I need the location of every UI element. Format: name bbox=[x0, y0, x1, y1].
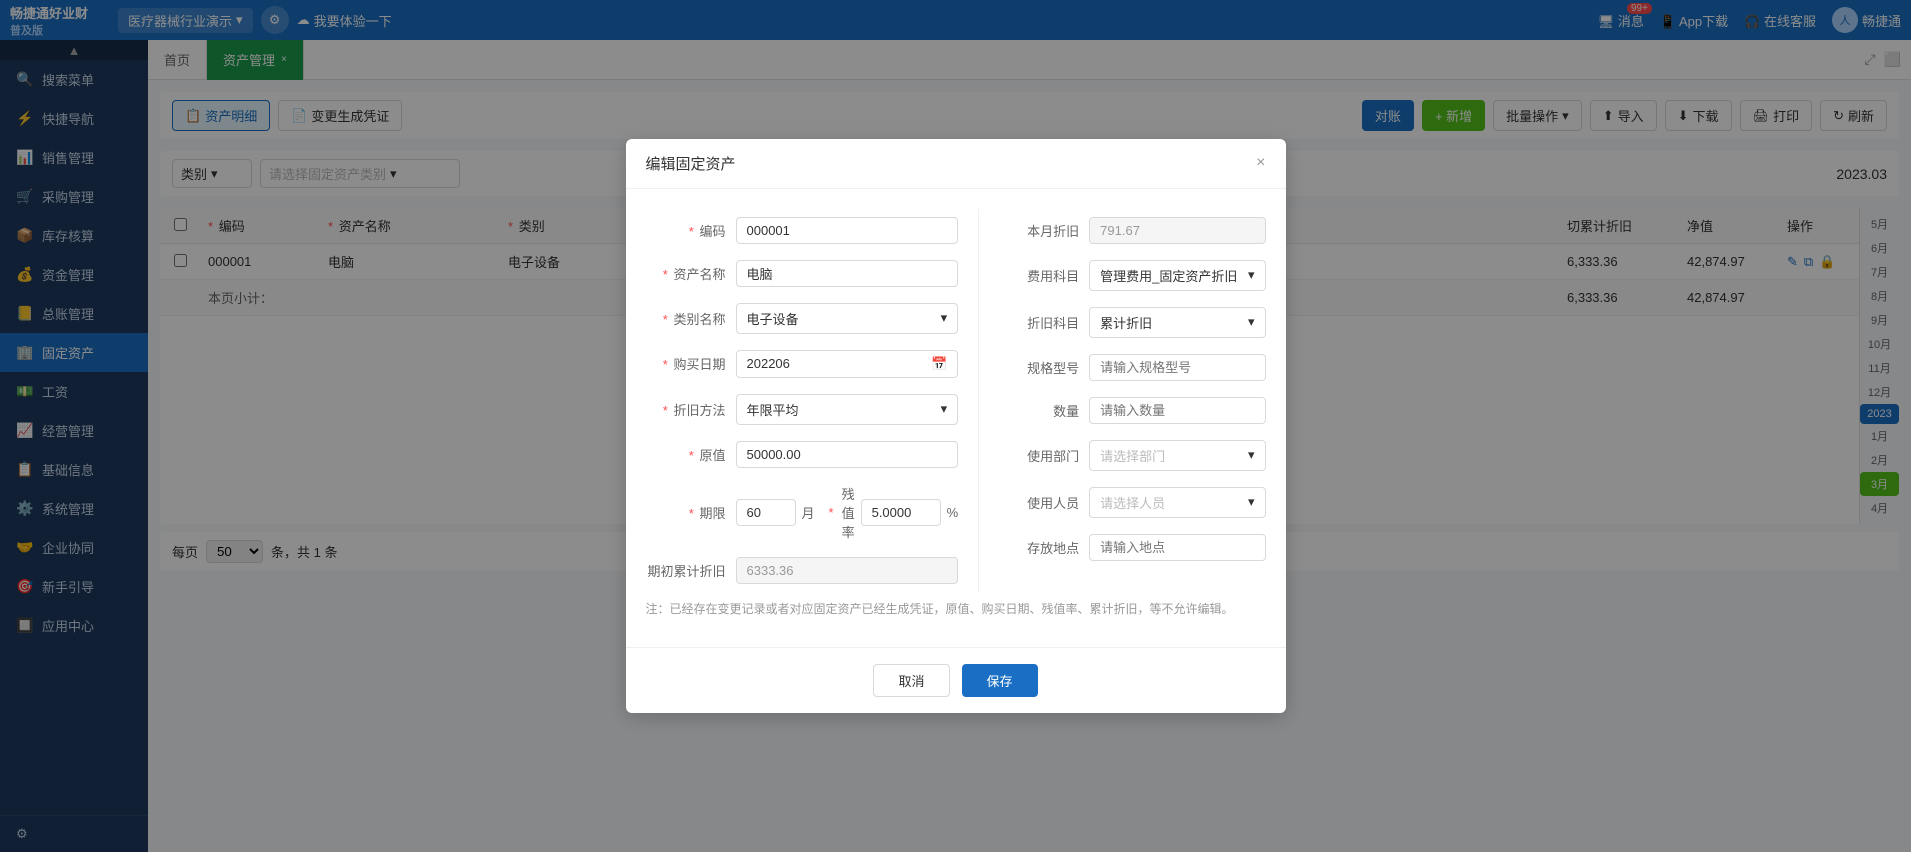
chevron-down-icon: ▾ bbox=[1248, 314, 1255, 330]
field-category: * 类别名称 电子设备 ▾ bbox=[646, 295, 959, 342]
depr-account-select[interactable]: 累计折旧 ▾ bbox=[1089, 307, 1265, 338]
chevron-down-icon: ▾ bbox=[1248, 447, 1255, 463]
form-right-col: 本月折旧 费用科目 管理费用_固定资产折旧 bbox=[979, 209, 1265, 592]
chevron-down-icon: ▾ bbox=[1248, 494, 1255, 510]
modal-header: 编辑固定资产 × bbox=[626, 139, 1286, 189]
modal-footer: 取消 保存 bbox=[626, 647, 1286, 713]
field-expense-account: 费用科目 管理费用_固定资产折旧 ▾ bbox=[999, 252, 1265, 299]
original-value-input[interactable] bbox=[736, 441, 959, 468]
spec-input[interactable] bbox=[1089, 354, 1265, 381]
quantity-input[interactable] bbox=[1089, 397, 1265, 424]
chevron-down-icon: ▾ bbox=[941, 310, 948, 326]
field-purchase-date: * 购买日期 📅 bbox=[646, 342, 959, 386]
modal-body: * 编码 * 资产名称 bbox=[626, 189, 1286, 647]
expense-account-select[interactable]: 管理费用_固定资产折旧 ▾ bbox=[1089, 260, 1265, 291]
purchase-date-input[interactable] bbox=[747, 356, 931, 371]
field-original-value: * 原值 bbox=[646, 433, 959, 476]
edit-fixed-asset-modal: 编辑固定资产 × * 编码 bbox=[626, 139, 1286, 713]
chevron-down-icon: ▾ bbox=[941, 401, 948, 417]
field-code: * 编码 bbox=[646, 209, 959, 252]
field-spec: 规格型号 bbox=[999, 346, 1265, 389]
category-select[interactable]: 电子设备 ▾ bbox=[736, 303, 959, 334]
modal-note: 注：已经存在变更记录或者对应固定资产已经生成凭证，原值、购买日期、残值率、累计折… bbox=[646, 592, 1266, 627]
modal-close-btn[interactable]: × bbox=[1256, 154, 1265, 172]
field-depr-method: * 折旧方法 年限平均 ▾ bbox=[646, 386, 959, 433]
field-this-month-depr: 本月折旧 bbox=[999, 209, 1265, 252]
field-location: 存放地点 bbox=[999, 526, 1265, 569]
chevron-down-icon: ▾ bbox=[1248, 267, 1255, 283]
field-asset-name: * 资产名称 bbox=[646, 252, 959, 295]
period-input[interactable] bbox=[736, 499, 796, 526]
asset-name-input[interactable] bbox=[736, 260, 959, 287]
modal-overlay: 编辑固定资产 × * 编码 bbox=[0, 0, 1911, 852]
initial-depr-input bbox=[736, 557, 959, 584]
field-depr-account: 折旧科目 累计折旧 ▾ bbox=[999, 299, 1265, 346]
form-left-col: * 编码 * 资产名称 bbox=[646, 209, 980, 592]
cancel-button[interactable]: 取消 bbox=[873, 664, 949, 697]
person-select[interactable]: 请选择人员 ▾ bbox=[1089, 487, 1265, 518]
location-input[interactable] bbox=[1089, 534, 1265, 561]
field-period-residual: * 期限 月 * 残值率 % bbox=[646, 476, 959, 549]
depr-method-select[interactable]: 年限平均 ▾ bbox=[736, 394, 959, 425]
field-initial-depr: 期初累计折旧 bbox=[646, 549, 959, 592]
field-person: 使用人员 请选择人员 ▾ bbox=[999, 479, 1265, 526]
calendar-icon[interactable]: 📅 bbox=[931, 356, 947, 372]
code-input[interactable] bbox=[736, 217, 959, 244]
modal-title: 编辑固定资产 bbox=[646, 153, 736, 174]
department-select[interactable]: 请选择部门 ▾ bbox=[1089, 440, 1265, 471]
this-month-depr-input bbox=[1089, 217, 1265, 244]
field-quantity: 数量 bbox=[999, 389, 1265, 432]
save-button[interactable]: 保存 bbox=[962, 664, 1038, 697]
residual-rate-input[interactable] bbox=[861, 499, 941, 526]
field-department: 使用部门 请选择部门 ▾ bbox=[999, 432, 1265, 479]
